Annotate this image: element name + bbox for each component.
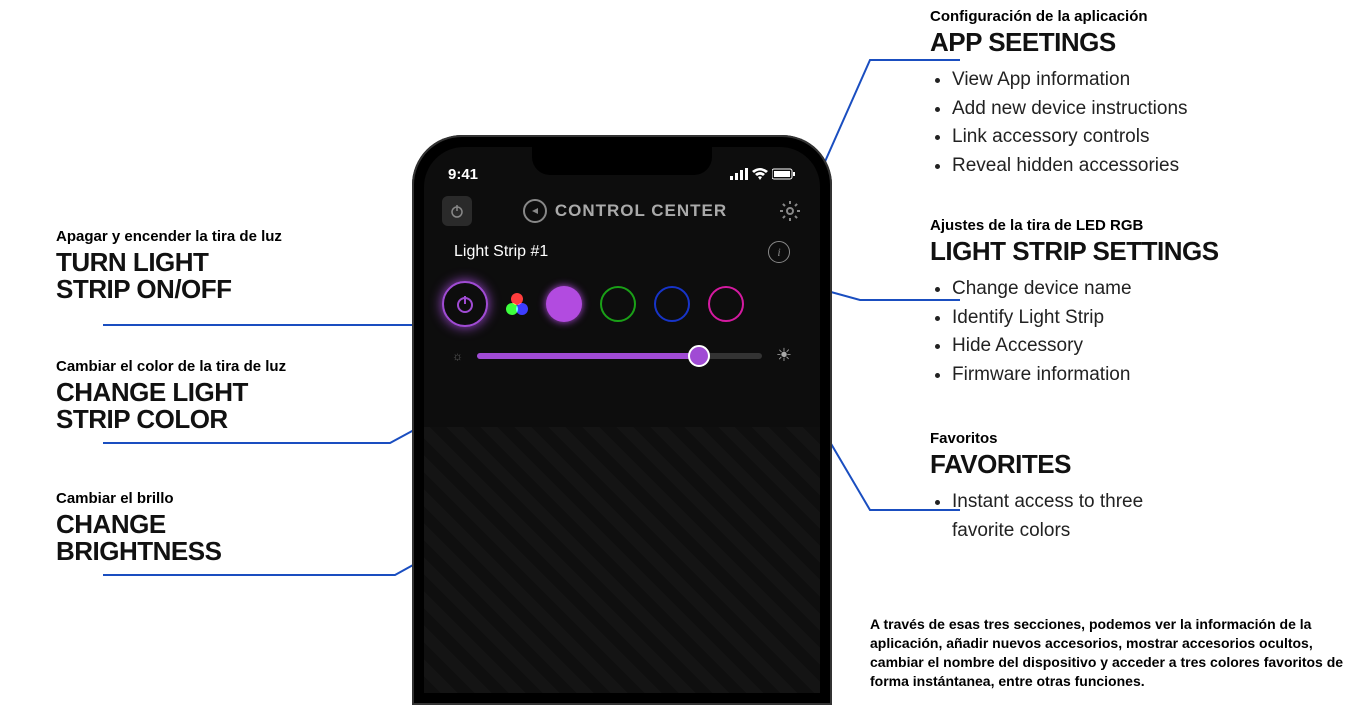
info-icon[interactable]: i xyxy=(768,241,790,263)
brightness-low-icon: ☼ xyxy=(452,349,463,363)
favorite-color-3[interactable] xyxy=(708,286,744,322)
callout-color-line1: CHANGE LIGHT xyxy=(56,379,286,406)
callout-power-line2: STRIP ON/OFF xyxy=(56,276,282,303)
callout-color-spanish: Cambiar el color de la tira de luz xyxy=(56,358,286,375)
notch xyxy=(532,147,712,175)
callout-brightness-line1: CHANGE xyxy=(56,511,221,538)
callout-power-line1: TURN LIGHT xyxy=(56,249,282,276)
strip-settings-list: Change device name Identify Light Strip … xyxy=(930,275,1219,389)
phone-frame: 9:41 CONTROL CENTER Light xyxy=(412,135,832,705)
power-icon xyxy=(454,293,476,315)
app-settings-title: APP SEETINGS xyxy=(930,29,1188,56)
gear-icon[interactable] xyxy=(778,199,802,223)
list-item: Instant access to three favorite colors xyxy=(952,488,1190,545)
list-item: Reveal hidden accessories xyxy=(952,152,1188,181)
brightness-slider-row: ☼ ☀ xyxy=(424,341,820,380)
brightness-thumb[interactable] xyxy=(688,345,710,367)
screen-background-pattern xyxy=(424,427,820,693)
device-row: Light Strip #1 i xyxy=(424,235,820,273)
brightness-slider[interactable] xyxy=(477,353,762,359)
list-item: Add new device instructions xyxy=(952,95,1188,124)
controls-row xyxy=(424,273,820,341)
app-title: CONTROL CENTER xyxy=(523,199,727,223)
status-icons xyxy=(730,168,796,180)
color-selected[interactable] xyxy=(546,286,582,322)
brightness-fill xyxy=(477,353,699,359)
list-item: Firmware information xyxy=(952,361,1219,390)
callout-color-line2: STRIP COLOR xyxy=(56,406,286,433)
wifi-icon xyxy=(752,168,768,180)
elgato-logo-icon xyxy=(523,199,547,223)
favorite-color-1[interactable] xyxy=(600,286,636,322)
strip-settings-spanish: Ajustes de la tira de LED RGB xyxy=(930,217,1219,234)
callout-power-spanish: Apagar y encender la tira de luz xyxy=(56,228,282,245)
favorite-color-2[interactable] xyxy=(654,286,690,322)
rgb-picker-icon[interactable] xyxy=(506,293,528,315)
app-settings-spanish: Configuración de la aplicación xyxy=(930,8,1188,25)
list-item: Hide Accessory xyxy=(952,332,1219,361)
callout-power: Apagar y encender la tira de luz TURN LI… xyxy=(56,228,282,304)
main-power-button[interactable] xyxy=(442,196,472,226)
brightness-high-icon: ☀ xyxy=(776,345,792,366)
signal-icon xyxy=(730,168,748,180)
app-settings-list: View App information Add new device inst… xyxy=(930,66,1188,180)
strip-settings-title: LIGHT STRIP SETTINGS xyxy=(930,238,1219,265)
status-time: 9:41 xyxy=(448,166,478,183)
callout-app-settings: Configuración de la aplicación APP SEETI… xyxy=(930,8,1188,180)
list-item: Link accessory controls xyxy=(952,123,1188,152)
list-item: View App information xyxy=(952,66,1188,95)
callout-favorites: Favoritos FAVORITES Instant access to th… xyxy=(930,430,1190,545)
list-item: Identify Light Strip xyxy=(952,304,1219,333)
callout-brightness: Cambiar el brillo CHANGE BRIGHTNESS xyxy=(56,490,221,566)
favorites-title: FAVORITES xyxy=(930,451,1190,478)
app-header: CONTROL CENTER xyxy=(424,187,820,235)
callout-brightness-spanish: Cambiar el brillo xyxy=(56,490,221,507)
summary-paragraph: A través de esas tres secciones, podemos… xyxy=(870,615,1350,691)
callout-color: Cambiar el color de la tira de luz CHANG… xyxy=(56,358,286,434)
favorites-spanish: Favoritos xyxy=(930,430,1190,447)
favorites-list: Instant access to three favorite colors xyxy=(930,488,1190,545)
list-item: Change device name xyxy=(952,275,1219,304)
battery-icon xyxy=(772,168,796,180)
callout-brightness-line2: BRIGHTNESS xyxy=(56,538,221,565)
light-power-button[interactable] xyxy=(442,281,488,327)
phone-screen: 9:41 CONTROL CENTER Light xyxy=(424,147,820,693)
app-title-text: CONTROL CENTER xyxy=(555,201,727,221)
power-icon xyxy=(449,203,465,219)
device-name: Light Strip #1 xyxy=(454,243,548,261)
callout-strip-settings: Ajustes de la tira de LED RGB LIGHT STRI… xyxy=(930,217,1219,389)
